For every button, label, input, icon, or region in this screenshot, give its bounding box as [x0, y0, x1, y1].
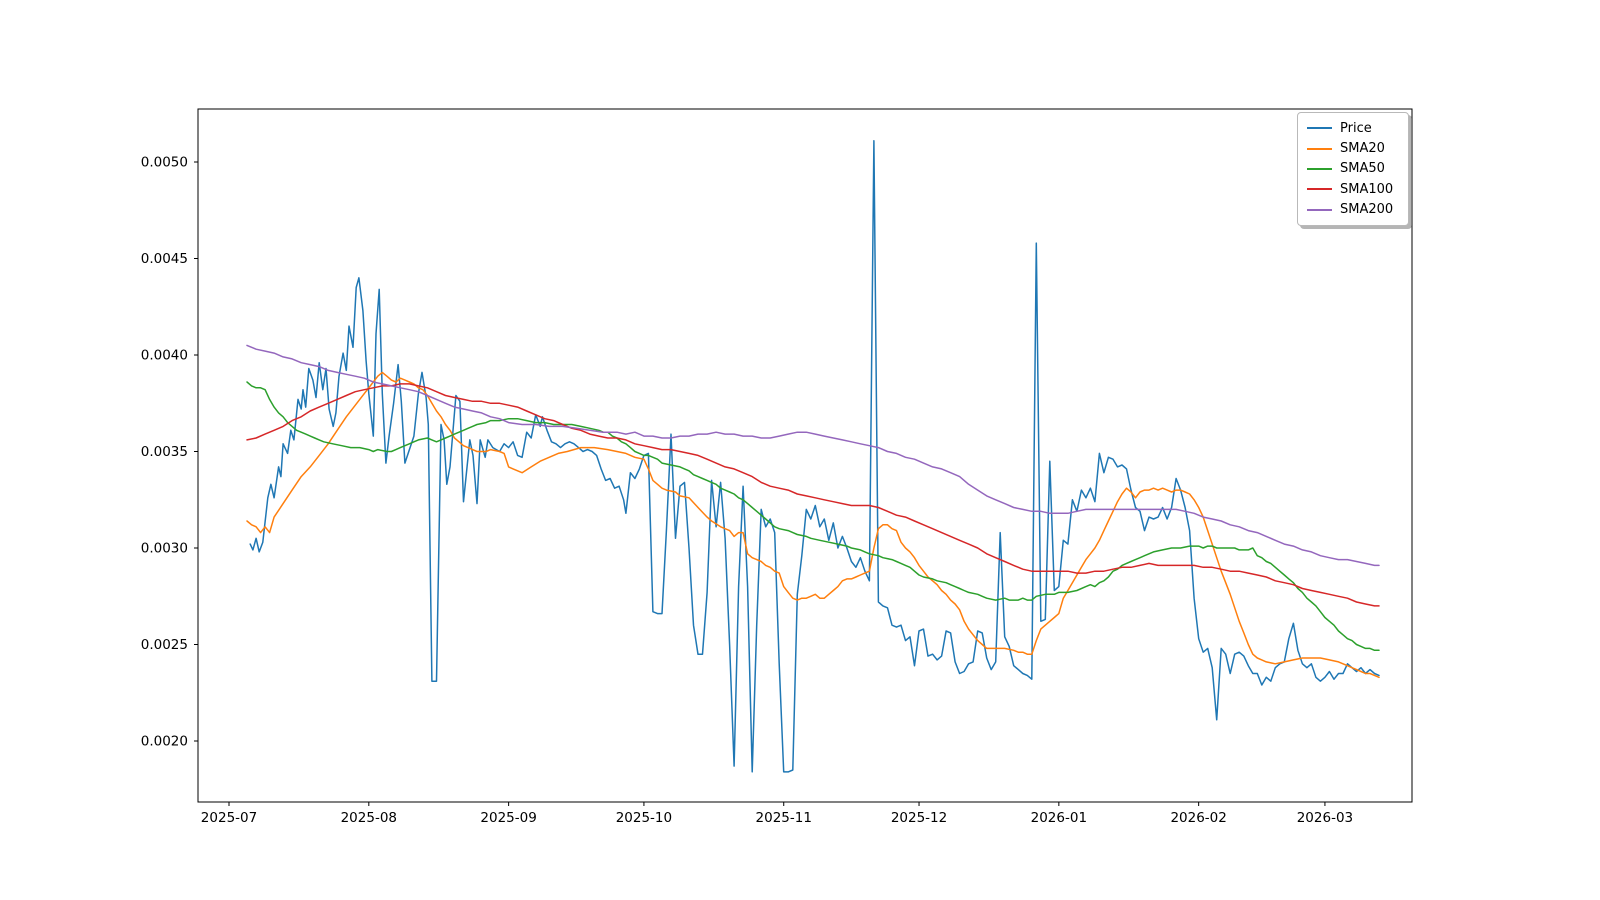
x-tick-label: 2026-03	[1297, 810, 1353, 826]
x-tick-label: 2025-11	[756, 810, 812, 826]
legend-swatch-sma100	[1307, 188, 1332, 191]
x-tick-label: 2026-01	[1031, 810, 1087, 826]
y-tick-label: 0.0030	[141, 541, 188, 557]
sma20-line	[246, 371, 1380, 679]
legend-item-sma100: SMA100	[1307, 179, 1400, 199]
series-lines	[246, 140, 1380, 773]
x-tick-label: 2025-12	[891, 810, 947, 826]
legend-swatch-sma50	[1307, 167, 1332, 170]
x-axis: 2025-07 2025-08 2025-09 2025-10 2025-11 2025-…	[201, 802, 1353, 826]
legend: Price SMA20 SMA50 SMA100 SMA200	[1297, 112, 1409, 226]
y-tick-label: 0.0045	[141, 251, 188, 267]
x-tick-label: 2026-02	[1170, 810, 1226, 826]
legend-item-sma50: SMA50	[1307, 159, 1400, 179]
y-tick-label: 0.0035	[141, 444, 188, 460]
plot-frame	[197, 108, 1413, 803]
y-tick-label: 0.0050	[141, 155, 188, 171]
chart-figure: 2025-07 2025-08 2025-09 2025-10 2025-11 2025-…	[0, 0, 1600, 900]
legend-item-sma200: SMA200	[1307, 200, 1400, 220]
legend-label: SMA20	[1340, 141, 1385, 157]
y-tick-label: 0.0025	[141, 637, 188, 653]
y-tick-label: 0.0040	[141, 348, 188, 364]
sma100-line	[246, 383, 1380, 607]
x-tick-label: 2025-09	[480, 810, 536, 826]
sma50-line	[246, 381, 1380, 652]
legend-swatch-sma200	[1307, 208, 1332, 211]
legend-swatch-sma20	[1307, 147, 1332, 150]
plot-border	[197, 108, 1413, 803]
legend-label: Price	[1340, 120, 1372, 136]
legend-swatch-price	[1307, 127, 1332, 130]
x-tick-label: 2025-08	[341, 810, 397, 826]
legend-item-price: Price	[1307, 118, 1400, 138]
legend-label: SMA50	[1340, 161, 1385, 177]
sma200-line	[246, 344, 1380, 567]
price-line	[249, 140, 1380, 773]
x-tick-label: 2025-10	[616, 810, 672, 826]
y-tick-label: 0.0020	[141, 734, 188, 750]
x-tick-label: 2025-07	[201, 810, 257, 826]
legend-label: SMA200	[1340, 202, 1394, 218]
y-axis: 0.0020 0.0025 0.0030 0.0035 0.0040 0.0045 0.00…	[141, 155, 198, 750]
legend-label: SMA100	[1340, 181, 1394, 197]
legend-item-sma20: SMA20	[1307, 138, 1400, 158]
